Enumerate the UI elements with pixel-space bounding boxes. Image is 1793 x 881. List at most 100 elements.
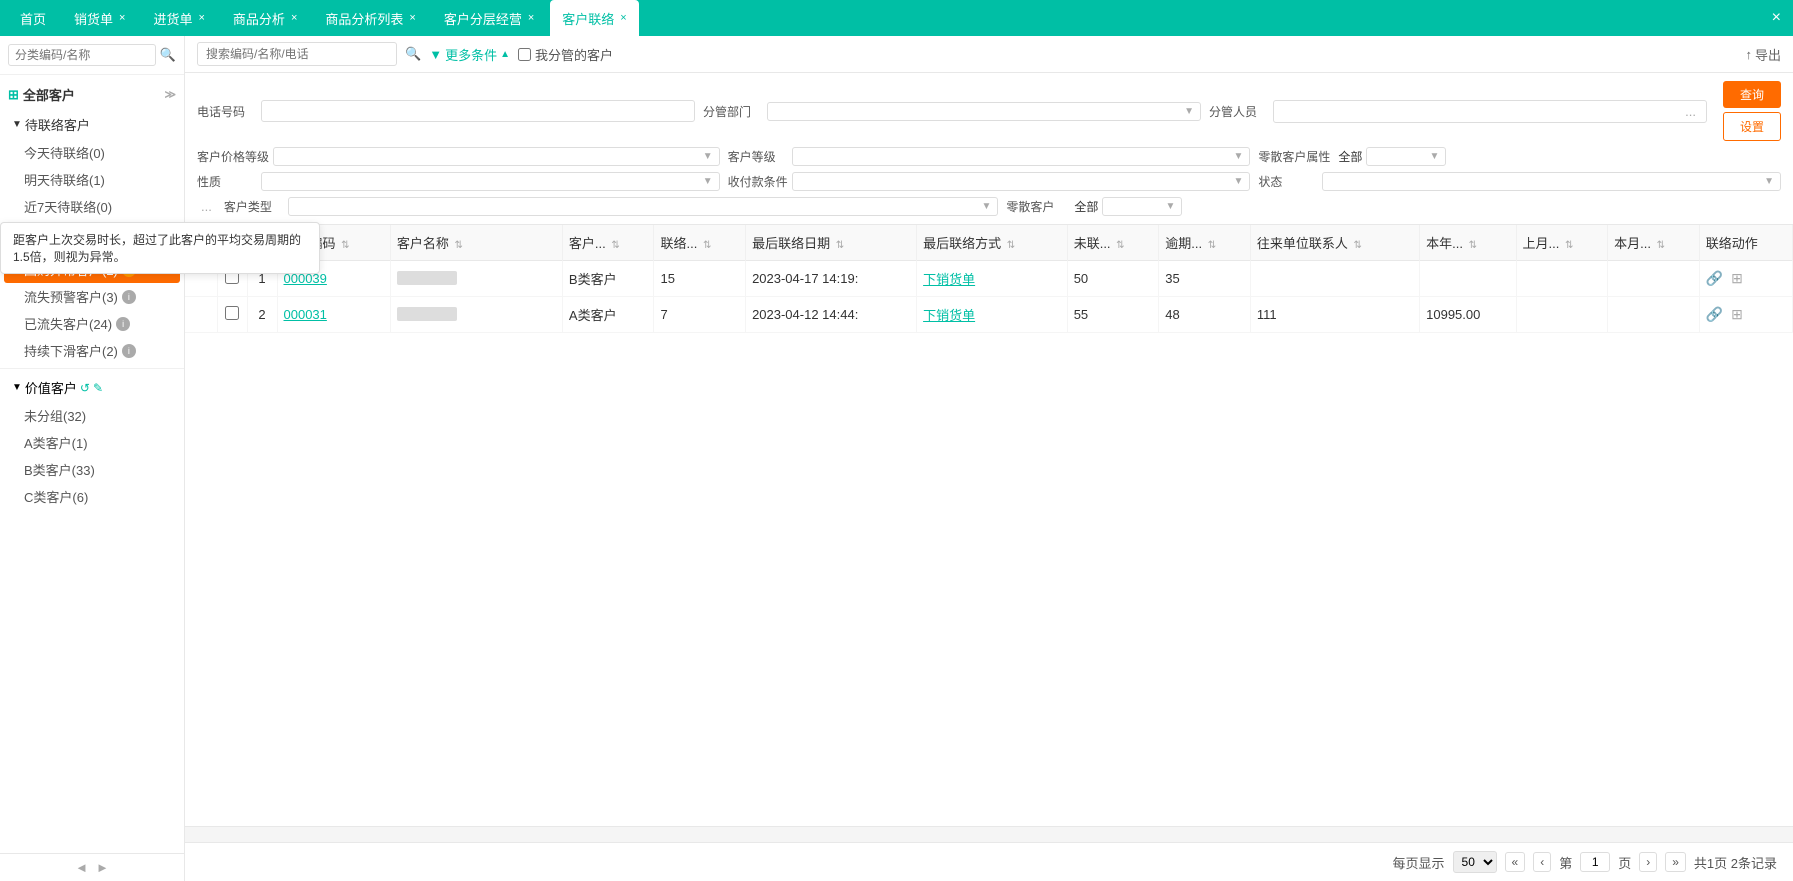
phone-input[interactable] <box>261 100 695 122</box>
grid-icon: ⊞ <box>8 87 19 103</box>
nav-tab-analysis[interactable]: 商品分析 × <box>221 0 309 36</box>
row2-contact-count: 7 <box>654 297 746 333</box>
row2-checkbox[interactable] <box>225 306 239 320</box>
th-uncontacted[interactable]: 未联... ⇅ <box>1067 225 1159 261</box>
th-overdue-sort[interactable]: ⇅ <box>1208 240 1216 251</box>
th-last-date-sort[interactable]: ⇅ <box>836 240 844 251</box>
sidebar-prev-btn[interactable]: ◄ <box>75 860 88 875</box>
sidebar-value-b[interactable]: B类客户(33) <box>0 456 184 483</box>
th-last-month-sort[interactable]: ⇅ <box>1565 240 1573 251</box>
nav-tab-purchase[interactable]: 进货单 × <box>141 0 216 36</box>
sidebar-root-all-customers[interactable]: ⊞ 全部客户 ≫ <box>0 79 184 110</box>
page-input[interactable] <box>1580 852 1610 872</box>
sidebar-collapse-icon[interactable]: ≫ <box>164 88 176 101</box>
row1-grid-icon[interactable]: ⊞ <box>1731 270 1743 287</box>
my-customer-checkbox[interactable] <box>518 48 531 61</box>
retail-attr-select[interactable]: ▼ <box>1366 147 1446 166</box>
th-this-month[interactable]: 本月... ⇅ <box>1608 225 1700 261</box>
sidebar-search-icon[interactable]: 🔍 <box>160 47 176 63</box>
th-contact-person-sort[interactable]: ⇅ <box>1354 240 1362 251</box>
sidebar-item-7days[interactable]: 近7天待联络(0) <box>0 193 184 220</box>
th-contact-count-label: 联络... <box>660 236 697 251</box>
nav-tab-home[interactable]: 首页 <box>8 0 58 36</box>
nav-tab-sales[interactable]: 销货单 × <box>62 0 137 36</box>
th-type[interactable]: 客户... ⇅ <box>562 225 654 261</box>
th-contact-person[interactable]: 往来单位联系人 ⇅ <box>1250 225 1419 261</box>
th-this-year[interactable]: 本年... ⇅ <box>1420 225 1516 261</box>
customer-type-select[interactable]: ▼ <box>288 197 999 216</box>
th-last-method[interactable]: 最后联络方式 ⇅ <box>917 225 1068 261</box>
row2-checkbox-cell[interactable] <box>217 297 247 333</box>
nav-tab-customer-contact[interactable]: 客户联络 × <box>550 0 638 36</box>
th-name[interactable]: 客户名称 ⇅ <box>390 225 562 261</box>
th-contact-sort[interactable]: ⇅ <box>703 240 711 251</box>
nav-tab-analysis-list-close[interactable]: × <box>409 12 415 24</box>
horizontal-scrollbar[interactable] <box>185 826 1793 842</box>
prev-page-btn[interactable]: ‹ <box>1533 852 1551 872</box>
sidebar-item-tomorrow[interactable]: 明天待联络(1) <box>0 166 184 193</box>
th-this-year-sort[interactable]: ⇅ <box>1469 240 1477 251</box>
first-page-btn[interactable]: « <box>1505 852 1526 872</box>
sidebar-item-churn-warning[interactable]: 流失预警客户(3) i <box>0 283 184 310</box>
th-code-sort[interactable]: ⇅ <box>341 240 349 251</box>
last-page-btn[interactable]: » <box>1665 852 1686 872</box>
sidebar-section-pending-header[interactable]: ▼ 待联络客户 <box>0 110 184 139</box>
row2-last-method[interactable]: 下销货单 <box>917 297 1068 333</box>
per-page-select[interactable]: 50 <box>1453 851 1497 873</box>
nav-tab-customer-layer[interactable]: 客户分层经营 × <box>432 0 546 36</box>
row1-contact-person <box>1250 261 1419 297</box>
next-page-btn[interactable]: › <box>1639 852 1657 872</box>
th-last-month[interactable]: 上月... ⇅ <box>1516 225 1608 261</box>
th-overdue[interactable]: 逾期... ⇅ <box>1159 225 1251 261</box>
filter-search-icon[interactable]: 🔍 <box>405 46 421 62</box>
th-contact-count[interactable]: 联络... ⇅ <box>654 225 746 261</box>
nav-tab-sales-close[interactable]: × <box>119 12 125 24</box>
nav-tab-customer-layer-close[interactable]: × <box>528 12 534 24</box>
row1-link-icon[interactable]: 🔗 <box>1706 270 1723 287</box>
branch-person-ellipsis[interactable]: ... <box>1681 104 1700 119</box>
row2-grid-icon[interactable]: ⊞ <box>1731 306 1743 323</box>
export-button[interactable]: ↑ 导出 <box>1745 45 1781 64</box>
th-type-sort[interactable]: ⇅ <box>611 240 619 251</box>
search-input[interactable] <box>197 42 397 66</box>
row2-last-method-link[interactable]: 下销货单 <box>923 308 975 323</box>
row1-last-method-link[interactable]: 下销货单 <box>923 272 975 287</box>
sidebar-item-today[interactable]: 今天待联络(0) <box>0 139 184 166</box>
status-select[interactable]: ▼ <box>1322 172 1781 191</box>
sidebar-value-ungroup[interactable]: 未分组(32) <box>0 402 184 429</box>
branch-dept-select[interactable]: ▼ <box>767 102 1201 121</box>
gender-select[interactable]: ▼ <box>261 172 720 191</box>
th-uncontacted-sort[interactable]: ⇅ <box>1116 240 1124 251</box>
filter-ellipsis-btn[interactable]: ... <box>197 199 216 214</box>
nav-tab-analysis-list[interactable]: 商品分析列表 × <box>313 0 427 36</box>
row2-code-link[interactable]: 000031 <box>284 307 327 322</box>
nav-tab-purchase-close[interactable]: × <box>198 12 204 24</box>
nav-tab-customer-contact-close[interactable]: × <box>620 12 626 24</box>
customer-level-select[interactable]: ▼ <box>792 147 1251 166</box>
th-last-date[interactable]: 最后联络日期 ⇅ <box>746 225 917 261</box>
branch-person-select[interactable]: ... <box>1273 100 1707 123</box>
row1-last-method[interactable]: 下销货单 <box>917 261 1068 297</box>
sidebar-value-a[interactable]: A类客户(1) <box>0 429 184 456</box>
price-level-select[interactable]: ▼ <box>273 147 720 166</box>
refresh-icon[interactable]: ↺ <box>80 381 90 395</box>
edit-icon[interactable]: ✎ <box>93 381 103 395</box>
sidebar-search-input[interactable] <box>8 44 156 66</box>
setting-button[interactable]: 设置 <box>1723 112 1781 141</box>
nav-tab-analysis-close[interactable]: × <box>291 12 297 24</box>
sidebar-value-c[interactable]: C类客户(6) <box>0 483 184 510</box>
more-conditions-btn[interactable]: ▼ 更多条件 ▲ <box>429 45 510 64</box>
sidebar-next-btn[interactable]: ► <box>96 860 109 875</box>
payment-select[interactable]: ▼ <box>792 172 1251 191</box>
th-last-method-sort[interactable]: ⇅ <box>1007 240 1015 251</box>
row2-link-icon[interactable]: 🔗 <box>1706 306 1723 323</box>
th-this-month-sort[interactable]: ⇅ <box>1657 240 1665 251</box>
query-button[interactable]: 查询 <box>1723 81 1781 108</box>
close-all-button[interactable]: × <box>1772 9 1781 27</box>
my-customer-checkbox-label[interactable]: 我分管的客户 <box>518 45 613 64</box>
sidebar-item-churned[interactable]: 已流失客户(24) i <box>0 310 184 337</box>
sidebar-item-declining[interactable]: 持续下滑客户(2) i <box>0 337 184 364</box>
row2-code[interactable]: 000031 <box>277 297 390 333</box>
th-name-sort[interactable]: ⇅ <box>454 240 462 251</box>
retail-customer-select[interactable]: ▼ <box>1102 197 1182 216</box>
